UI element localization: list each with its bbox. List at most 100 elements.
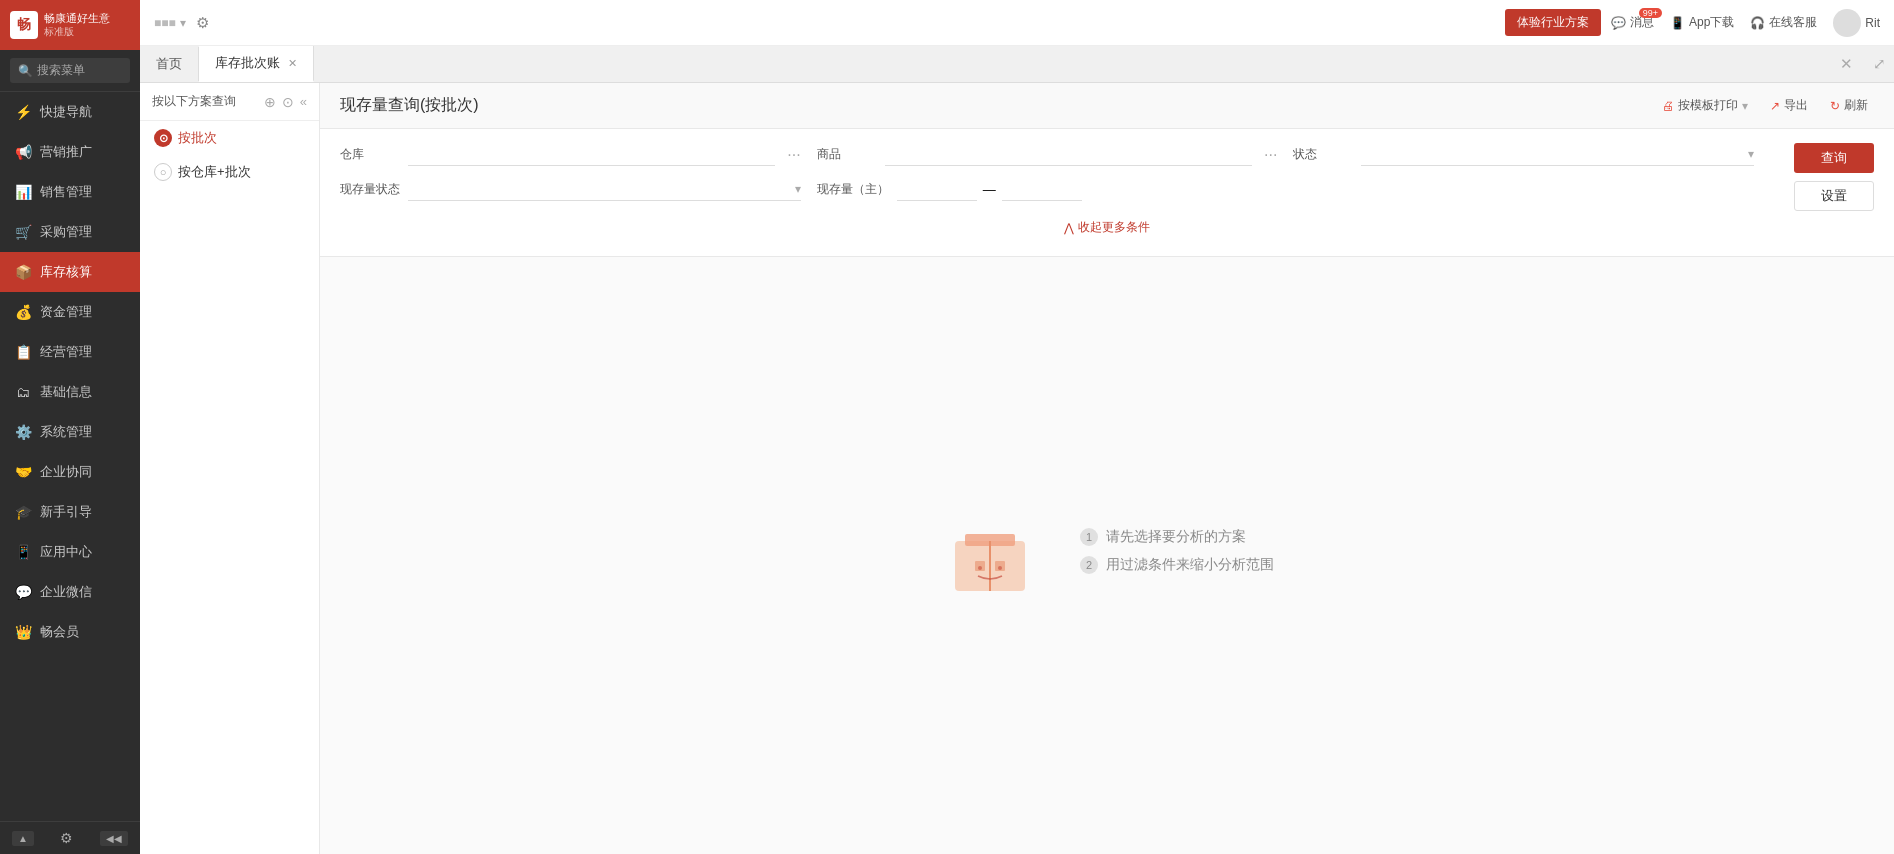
status-select[interactable]: ▾ [1361, 143, 1754, 166]
collapse-filters-button[interactable]: ⋀ 收起更多条件 [340, 213, 1874, 242]
app-download-button[interactable]: 📱 App下载 [1670, 14, 1734, 31]
sidebar-item-system[interactable]: ⚙️ 系统管理 [0, 412, 140, 452]
warehouse-dots-icon[interactable]: ··· [787, 146, 800, 164]
sidebar-search-section: 🔍 搜索菜单 [0, 50, 140, 92]
close-panel-button[interactable]: ✕ [1828, 55, 1865, 73]
stock-status-select[interactable]: ▾ [408, 178, 801, 201]
tip-num-1: 1 [1080, 528, 1098, 546]
tab-inventory-batch-label: 库存批次账 [215, 54, 280, 72]
right-panel: 现存量查询(按批次) 🖨 按模板打印 ▾ ↗ 导出 ↻ 刷新 [320, 83, 1894, 854]
warehouse-input[interactable] [408, 143, 775, 166]
left-panel-header: 按以下方案查询 ⊕ ⊙ « [140, 83, 319, 121]
sidebar-scroll-down-button[interactable]: ◀◀ [100, 831, 128, 846]
avatar [1833, 9, 1861, 37]
topbar: ■■■ ▾ ⚙ 体验行业方案 💬 消息 99+ 📱 App下载 🎧 在线客服 R… [140, 0, 1894, 46]
tip-text-2: 用过滤条件来缩小分析范围 [1106, 556, 1274, 574]
settings-gear-icon[interactable]: ⚙ [60, 830, 73, 846]
sidebar-item-label: 畅会员 [40, 623, 79, 641]
sidebar-scroll-up-button[interactable]: ▲ [12, 831, 34, 846]
marketing-icon: 📢 [14, 143, 32, 161]
filter-row-2: 现存量状态 ▾ 现存量（主） — [340, 178, 1874, 201]
product-dots-icon[interactable]: ··· [1264, 146, 1277, 164]
page-title: 现存量查询(按批次) [340, 95, 479, 116]
stock-qty-to[interactable] [1002, 178, 1082, 201]
sidebar-item-enterprise[interactable]: 🤝 企业协同 [0, 452, 140, 492]
inventory-icon: 📦 [14, 263, 32, 281]
sidebar-item-label: 采购管理 [40, 223, 92, 241]
experience-button[interactable]: 体验行业方案 [1505, 9, 1601, 36]
stock-qty-from[interactable] [897, 178, 977, 201]
headset-icon: 🎧 [1750, 16, 1765, 30]
range-dash: — [983, 182, 996, 197]
user-profile-button[interactable]: Rit [1833, 9, 1880, 37]
user-name: Rit [1865, 16, 1880, 30]
sidebar-item-label: 应用中心 [40, 543, 92, 561]
app-download-icon: 📱 [1670, 16, 1685, 30]
sidebar-item-label: 库存核算 [40, 263, 92, 281]
system-icon: ⚙️ [14, 423, 32, 441]
schema-item-by-batch[interactable]: ⊙ 按批次 [140, 121, 319, 155]
add-schema-icon[interactable]: ⊕ [264, 94, 276, 110]
product-input[interactable] [885, 143, 1252, 166]
stock-status-label: 现存量状态 [340, 181, 400, 198]
purchase-icon: 🛒 [14, 223, 32, 241]
finance-icon: 💰 [14, 303, 32, 321]
refresh-button[interactable]: ↻ 刷新 [1824, 93, 1874, 118]
tab-close-icon[interactable]: ✕ [288, 57, 297, 70]
status-label: 状态 [1293, 146, 1353, 163]
app-edition: 标准版 [44, 25, 110, 39]
export-label: 导出 [1784, 97, 1808, 114]
sidebar-item-operation[interactable]: 📋 经营管理 [0, 332, 140, 372]
query-button[interactable]: 查询 [1794, 143, 1874, 173]
sidebar: 畅 畅康通好生意 标准版 🔍 搜索菜单 ⚡ 快捷导航 📢 营销推广 📊 销售管理… [0, 0, 140, 854]
sidebar-item-quick-nav[interactable]: ⚡ 快捷导航 [0, 92, 140, 132]
export-button[interactable]: ↗ 导出 [1764, 93, 1814, 118]
tabbar: 首页 库存批次账 ✕ ✕ ⤢ [140, 46, 1894, 83]
message-button[interactable]: 💬 消息 99+ [1611, 14, 1654, 31]
schema-item-by-warehouse-batch[interactable]: ○ 按仓库+批次 [140, 155, 319, 189]
settings-icon[interactable]: ⚙ [196, 14, 209, 32]
schema-settings-icon[interactable]: ⊙ [282, 94, 294, 110]
tab-inventory-batch[interactable]: 库存批次账 ✕ [199, 46, 314, 82]
collapse-panel-icon[interactable]: « [300, 94, 307, 109]
expand-icon[interactable]: ⤢ [1865, 55, 1894, 73]
sidebar-item-sales[interactable]: 📊 销售管理 [0, 172, 140, 212]
sidebar-item-label: 基础信息 [40, 383, 92, 401]
sidebar-item-marketing[interactable]: 📢 营销推广 [0, 132, 140, 172]
print-chevron-icon: ▾ [1742, 99, 1748, 113]
page-header: 现存量查询(按批次) 🖨 按模板打印 ▾ ↗ 导出 ↻ 刷新 [320, 83, 1894, 129]
settings-button[interactable]: 设置 [1794, 181, 1874, 211]
schema-batch-label: 按批次 [178, 129, 217, 147]
sidebar-search-label: 搜索菜单 [37, 62, 85, 79]
online-service-button[interactable]: 🎧 在线客服 [1750, 14, 1817, 31]
newuser-icon: 🎓 [14, 503, 32, 521]
refresh-icon: ↻ [1830, 99, 1840, 113]
print-template-button[interactable]: 🖨 按模板打印 ▾ [1656, 93, 1754, 118]
export-icon: ↗ [1770, 99, 1780, 113]
collapse-label: 收起更多条件 [1078, 219, 1150, 236]
sidebar-item-appcenter[interactable]: 📱 应用中心 [0, 532, 140, 572]
sidebar-item-finance[interactable]: 💰 资金管理 [0, 292, 140, 332]
tip-text-1: 请先选择要分析的方案 [1106, 528, 1246, 546]
left-panel-actions: ⊕ ⊙ « [264, 94, 307, 110]
sidebar-search-button[interactable]: 🔍 搜索菜单 [10, 58, 130, 83]
sidebar-item-purchase[interactable]: 🛒 采购管理 [0, 212, 140, 252]
breadcrumb-home: ■■■ [154, 16, 176, 30]
sidebar-item-member[interactable]: 👑 畅会员 [0, 612, 140, 652]
sidebar-item-label: 快捷导航 [40, 103, 92, 121]
sidebar-item-corpwx[interactable]: 💬 企业微信 [0, 572, 140, 612]
empty-tip-2: 2 用过滤条件来缩小分析范围 [1080, 556, 1274, 574]
print-icon: 🖨 [1662, 99, 1674, 113]
sidebar-item-inventory[interactable]: 📦 库存核算 [0, 252, 140, 292]
refresh-label: 刷新 [1844, 97, 1868, 114]
sidebar-item-label: 销售管理 [40, 183, 92, 201]
sidebar-item-basic[interactable]: 🗂 基础信息 [0, 372, 140, 412]
app-download-label: App下载 [1689, 14, 1734, 31]
sidebar-header: 畅 畅康通好生意 标准版 [0, 0, 140, 50]
tab-home[interactable]: 首页 [140, 47, 199, 81]
stock-status-chevron-icon: ▾ [795, 182, 801, 196]
content-area: 按以下方案查询 ⊕ ⊙ « ⊙ 按批次 ○ 按仓库+批次 现存量查询(按批次) [140, 83, 1894, 854]
basic-icon: 🗂 [14, 383, 32, 401]
sidebar-item-newuser[interactable]: 🎓 新手引导 [0, 492, 140, 532]
schema-warehouse-batch-label: 按仓库+批次 [178, 163, 251, 181]
